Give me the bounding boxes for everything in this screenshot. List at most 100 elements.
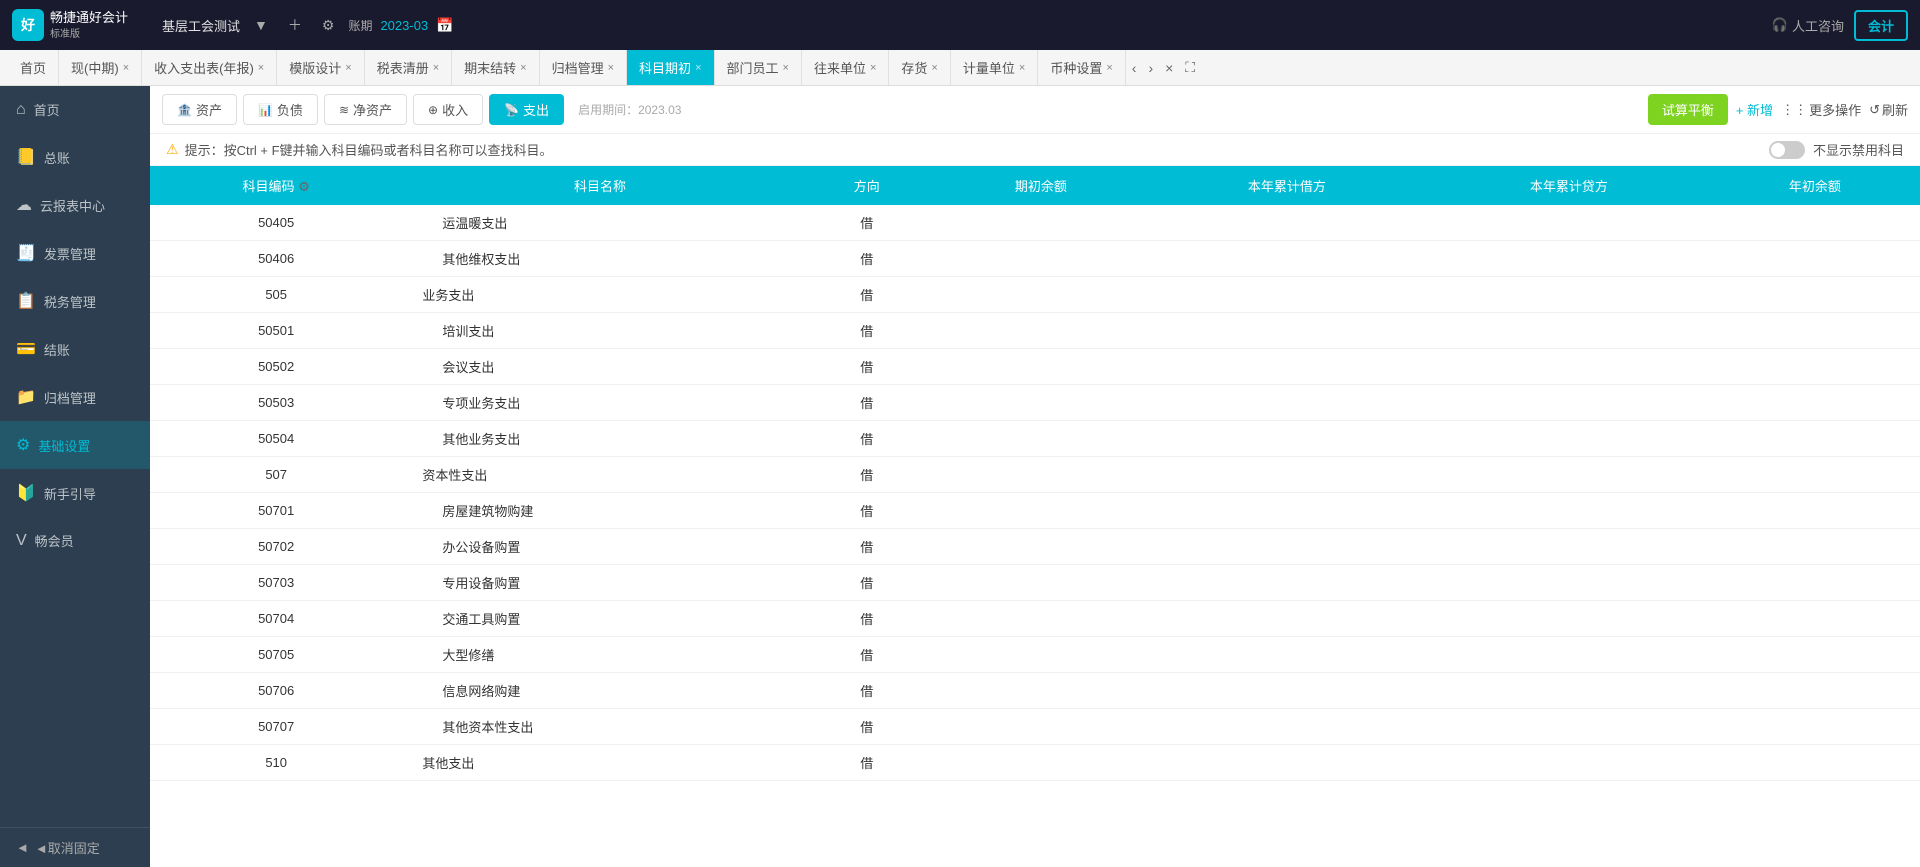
cell-code: 50502 [150,349,402,385]
sub-tab-expense[interactable]: 📡 支出 [489,94,564,125]
tab-archive[interactable]: 归档管理× [540,50,627,86]
cell-name: 信息网络购建 [402,673,797,709]
cell-opening [936,637,1146,673]
add-company-icon[interactable]: ＋ [282,11,308,39]
sub-tab-liability[interactable]: 📊 负债 [243,94,318,125]
settings-icon[interactable]: ⚙ [316,13,341,38]
tab-tax-close[interactable]: × [433,62,439,74]
cell-name: 运温暖支出 [402,205,797,241]
sidebar-item-invoice[interactable]: 🧾 发票管理 [0,229,150,277]
tab-home[interactable]: 首页 [8,50,59,86]
notice-bar: ⚠ 提示：按Ctrl + F键并输入科目编码或者科目名称可以查找科目。 不显示禁… [150,134,1920,166]
cell-opening [936,529,1146,565]
cell-year-opening [1710,565,1920,601]
table-row: 50405运温暖支出借 [150,205,1920,241]
tab-inventory[interactable]: 存货× [889,50,950,86]
tab-template-close[interactable]: × [345,62,351,74]
cell-code: 50701 [150,493,402,529]
sidebar-item-tax[interactable]: 📋 税务管理 [0,277,150,325]
tab-transfer-close[interactable]: × [520,62,526,74]
tab-period-close[interactable]: × [123,62,129,74]
tab-income[interactable]: 收入支出表(年报)× [142,50,277,86]
tab-period[interactable]: 现(中期)× [59,50,142,86]
cell-debit [1146,277,1428,313]
tab-dept[interactable]: 部门员工× [715,50,802,86]
tab-currency[interactable]: 币种设置× [1038,50,1125,86]
tab-prev-btn[interactable]: ‹ [1126,58,1143,78]
tab-currency-close[interactable]: × [1106,62,1112,74]
sidebar-item-vip[interactable]: V 畅会员 [0,517,150,564]
sub-tab-asset[interactable]: 🏦 资产 [162,94,237,125]
cell-opening [936,565,1146,601]
tab-subject-close[interactable]: × [695,62,701,74]
sub-tab-equity-label: 净资产 [353,100,392,119]
table-header-row: 科目编码 ⚙ 科目名称 方向 期初余额 本年累计借方 本年累计贷方 年初余额 [150,166,1920,205]
tab-inventory-close[interactable]: × [931,62,937,74]
tab-customer-close[interactable]: × [870,62,876,74]
cell-name: 会议支出 [402,349,797,385]
headset-icon: 🎧 [1772,17,1788,33]
cell-direction: 借 [798,277,936,313]
cell-code: 50702 [150,529,402,565]
sidebar-item-checkout[interactable]: 💳 结账 [0,325,150,373]
service-button[interactable]: 🎧 人工咨询 [1772,16,1844,35]
sub-tab-income-label: 收入 [442,100,468,119]
cell-year-opening [1710,385,1920,421]
cell-year-opening [1710,205,1920,241]
sidebar-item-invoice-label: 发票管理 [44,244,96,263]
add-button[interactable]: + 新增 [1736,100,1773,119]
cell-year-opening [1710,493,1920,529]
cell-code: 507 [150,457,402,493]
period-info: 启用期间：2023.03 [578,101,681,118]
tab-template[interactable]: 模版设计× [277,50,364,86]
more-button[interactable]: ⋮⋮ 更多操作 [1781,100,1861,119]
sub-tab-income[interactable]: ⊕ 收入 [413,94,483,125]
sidebar-pin-toggle[interactable]: ◄ ◄取消固定 [0,827,150,867]
cell-debit [1146,601,1428,637]
col-settings-icon[interactable]: ⚙ [298,179,310,194]
tab-tax[interactable]: 税表清册× [365,50,452,86]
tab-transfer[interactable]: 期末结转× [452,50,539,86]
sidebar: ⌂ 首页 📒 总账 ☁ 云报表中心 🧾 发票管理 📋 税务管理 💳 结账 📁 归… [0,86,150,867]
cell-direction: 借 [798,457,936,493]
tab-close-all-btn[interactable]: × [1159,58,1179,78]
top-center: 基层工会测试 ▼ ＋ ⚙ 账期 2023-03 📅 [162,11,1772,39]
cell-credit [1428,457,1710,493]
calendar-icon[interactable]: 📅 [436,17,453,34]
sidebar-item-settings[interactable]: ⚙ 基础设置 [0,421,150,469]
tab-next-btn[interactable]: › [1142,58,1159,78]
refresh-label: 刷新 [1882,100,1908,119]
sidebar-item-report[interactable]: ☁ 云报表中心 [0,181,150,229]
cell-opening [936,709,1146,745]
cell-year-opening [1710,673,1920,709]
balance-button[interactable]: 试算平衡 [1648,94,1728,125]
sub-tab-equity[interactable]: ≋ 净资产 [324,94,407,125]
tab-archive-close[interactable]: × [608,62,614,74]
cell-name: 大型修缮 [402,637,797,673]
sub-tab-expense-label: 支出 [523,100,549,119]
account-button[interactable]: 会计 [1854,10,1908,41]
tab-unit[interactable]: 计量单位× [951,50,1038,86]
cell-credit [1428,637,1710,673]
tab-income-close[interactable]: × [258,62,264,74]
tab-subject[interactable]: 科目期初× [627,50,714,86]
sidebar-item-ledger[interactable]: 📒 总账 [0,133,150,181]
dropdown-icon[interactable]: ▼ [248,13,274,37]
tab-customer[interactable]: 往来单位× [802,50,889,86]
sidebar-item-archive[interactable]: 📁 归档管理 [0,373,150,421]
company-name[interactable]: 基层工会测试 [162,16,240,35]
tab-dept-close[interactable]: × [783,62,789,74]
cell-name: 培训支出 [402,313,797,349]
sidebar-item-guide[interactable]: 🔰 新手引导 [0,469,150,517]
cell-debit [1146,673,1428,709]
period-value[interactable]: 2023-03 [380,18,428,33]
cell-credit [1428,421,1710,457]
disable-toggle[interactable] [1769,141,1805,159]
table-row: 507资本性支出借 [150,457,1920,493]
refresh-button[interactable]: ↺ 刷新 [1869,100,1908,119]
tab-expand-btn[interactable]: ⛶ [1179,57,1201,78]
cell-year-opening [1710,709,1920,745]
sidebar-item-home[interactable]: ⌂ 首页 [0,86,150,133]
toggle-label: 不显示禁用科目 [1813,140,1904,159]
tab-unit-close[interactable]: × [1019,62,1025,74]
